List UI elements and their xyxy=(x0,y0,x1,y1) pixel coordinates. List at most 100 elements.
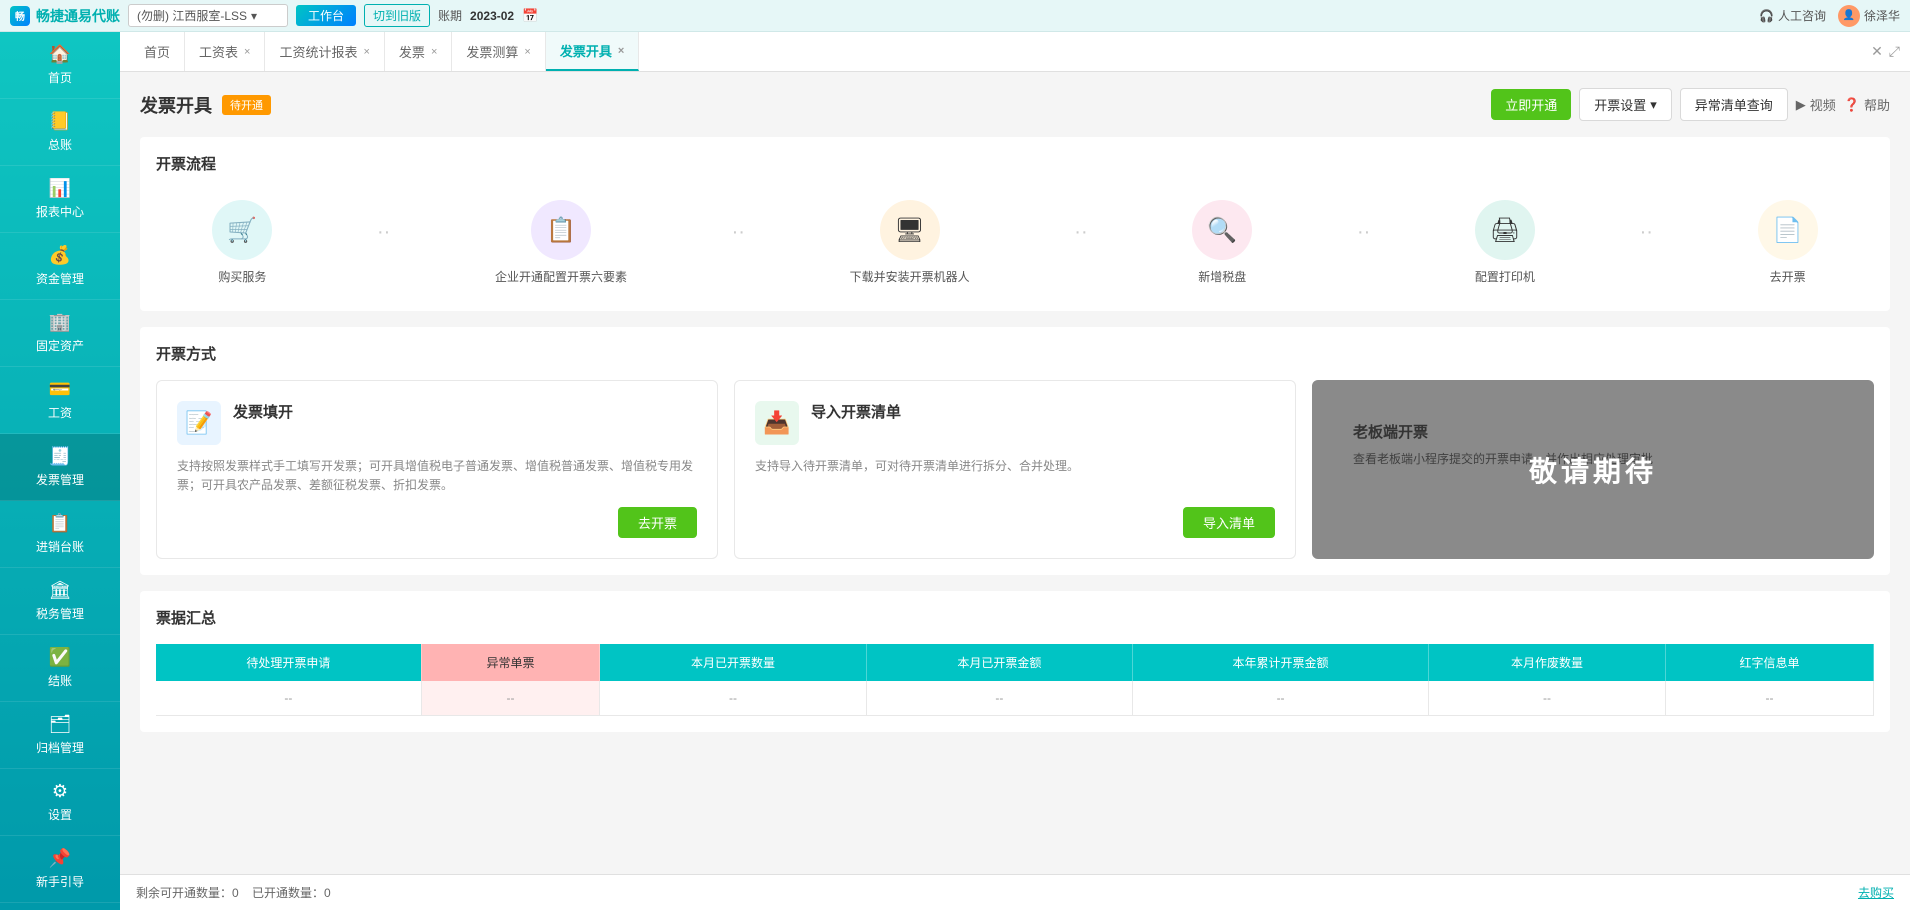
bottom-bar: 剩余可开通数量：0 已开通数量：0 去购买 xyxy=(120,874,1910,910)
sidebar-label-archive: 归档管理 xyxy=(36,739,84,756)
sidebar-item-guide[interactable]: 📌 新手引导 xyxy=(0,836,120,903)
tab-invoice-open-close[interactable]: × xyxy=(618,45,624,57)
view-button[interactable]: ▶ 视频 xyxy=(1796,95,1836,114)
close-accounts-icon: ✅ xyxy=(49,647,71,668)
salary-icon: 💳 xyxy=(49,379,71,400)
status-badge: 待开通 xyxy=(222,95,271,115)
tab-close-button[interactable]: ✕ xyxy=(1871,43,1883,60)
method-title-text-2: 导入开票清单 xyxy=(811,401,901,422)
abnormal-query-button[interactable]: 异常清单查询 xyxy=(1680,88,1788,121)
home-icon: 🏠 xyxy=(49,44,71,65)
calendar-icon[interactable]: 📅 xyxy=(522,8,538,24)
help-button[interactable]: ❓ 帮助 xyxy=(1844,95,1890,114)
sidebar-item-purchase[interactable]: 📋 进销台账 xyxy=(0,501,120,568)
sidebar-item-archive[interactable]: 🗂 归档管理 xyxy=(0,702,120,769)
purchase-icon: 📋 xyxy=(49,513,71,534)
logo-text: 畅捷通易代账 xyxy=(36,6,120,26)
tab-salary-report-close[interactable]: × xyxy=(363,46,369,58)
switch-old-button[interactable]: 切到旧版 xyxy=(364,4,430,27)
flow-arrow-5: ·· xyxy=(1640,221,1653,264)
summary-cell-6: -- xyxy=(1666,681,1874,716)
flow-icon-1: 🛒 xyxy=(212,200,272,260)
ledger-icon: 📒 xyxy=(49,111,71,132)
tab-salary-report[interactable]: 工资统计报表 × xyxy=(265,32,384,71)
method-card-manual: 📝 发票填开 支持按照发票样式手工填写开发票；可开具增值税电子普通发票、增值税普… xyxy=(156,380,718,559)
sidebar-item-ledger[interactable]: 📒 总账 xyxy=(0,99,120,166)
page-header: 发票开具 待开通 立即开通 开票设置 ▾ 异常清单查询 ▶ 视频 ❓ xyxy=(140,88,1890,121)
coming-soon-text: 敬请期待 xyxy=(1529,450,1657,490)
help-icon: ❓ xyxy=(1844,97,1860,113)
method-desc-2: 支持导入待开票清单，可对待开票清单进行拆分、合并处理。 xyxy=(755,457,1275,495)
sidebar-label-guide: 新手引导 xyxy=(36,873,84,890)
user-name: 徐泽华 xyxy=(1864,7,1900,24)
user-service[interactable]: 🎧 人工咨询 xyxy=(1759,7,1826,24)
sidebar-label-assets: 固定资产 xyxy=(36,337,84,354)
sidebar-item-invoice[interactable]: 🧾 发票管理 xyxy=(0,434,120,501)
summary-table: 待处理开票申请 异常单票 本月已开票数量 本月已开票金额 本年累计开票金额 本月… xyxy=(156,644,1874,716)
tab-invoice-calc-close[interactable]: × xyxy=(524,46,530,58)
col-header-3: 本月已开票金额 xyxy=(866,644,1132,681)
method-btn-2[interactable]: 导入清单 xyxy=(1183,507,1275,538)
summary-row: -- -- -- -- -- -- -- xyxy=(156,681,1874,716)
tab-salary-label: 工资表 xyxy=(199,42,238,61)
tab-salary-report-label: 工资统计报表 xyxy=(279,42,357,61)
tab-invoice-open-label: 发票开具 xyxy=(560,41,612,60)
view-label: 视频 xyxy=(1810,95,1836,114)
tabs-container: 首页 工资表 × 工资统计报表 × 发票 × 发票测算 × xyxy=(130,32,639,71)
method-btn-1[interactable]: 去开票 xyxy=(618,507,697,538)
sidebar-item-tax[interactable]: 🏛 税务管理 xyxy=(0,568,120,635)
settings-icon: ⚙ xyxy=(52,781,68,802)
tab-invoice-calc[interactable]: 发票测算 × xyxy=(452,32,545,71)
page-title: 发票开具 xyxy=(140,92,212,118)
play-icon: ▶ xyxy=(1796,97,1806,113)
sidebar-item-assets[interactable]: 🏢 固定资产 xyxy=(0,300,120,367)
methods-section-title: 开票方式 xyxy=(156,343,1874,364)
method-card-old: 老板端开票 查看老板端小程序提交的开票申请，并作出相应处理审批 敬请期待 xyxy=(1312,380,1874,559)
user-profile[interactable]: 👤 徐泽华 xyxy=(1838,5,1900,27)
opened-label: 已开通数量：0 xyxy=(252,886,331,900)
sidebar-item-salary[interactable]: 💳 工资 xyxy=(0,367,120,434)
sidebar-item-funds[interactable]: 💰 资金管理 xyxy=(0,233,120,300)
user-avatar: 👤 xyxy=(1838,5,1860,27)
sidebar-label-ledger: 总账 xyxy=(48,136,72,153)
sidebar-item-member[interactable]: 👑 畅会员 xyxy=(0,903,120,910)
summary-cell-4: -- xyxy=(1133,681,1429,716)
help-label: 帮助 xyxy=(1864,95,1890,114)
immediate-open-button[interactable]: 立即开通 xyxy=(1491,89,1571,120)
sidebar-label-close: 结账 xyxy=(48,672,72,689)
top-bar: 畅 畅捷通易代账 (勿删) 江西服室-LSS ▾ 工作台 切到旧版 账期 202… xyxy=(0,0,1910,32)
coming-soon-overlay: 敬请期待 xyxy=(1313,381,1873,558)
headset-icon: 🎧 xyxy=(1759,9,1774,23)
flow-step-5: 🖨 配置打印机 xyxy=(1475,200,1535,285)
open-settings-button[interactable]: 开票设置 ▾ xyxy=(1579,88,1672,121)
tab-actions: ✕ ⤢ xyxy=(1871,43,1900,60)
tab-invoice[interactable]: 发票 × xyxy=(385,32,452,71)
flow-icon-6: 📄 xyxy=(1758,200,1818,260)
sidebar-label-home: 首页 xyxy=(48,69,72,86)
summary-cell-5: -- xyxy=(1428,681,1665,716)
sidebar-item-settings[interactable]: ⚙ 设置 xyxy=(0,769,120,836)
tab-home[interactable]: 首页 xyxy=(130,32,185,71)
bottom-left: 剩余可开通数量：0 已开通数量：0 xyxy=(136,884,331,901)
sidebar-item-reports[interactable]: 📊 报表中心 xyxy=(0,166,120,233)
col-header-6: 红字信息单 xyxy=(1666,644,1874,681)
sidebar-label-purchase: 进销台账 xyxy=(36,538,84,555)
workspace-button[interactable]: 工作台 xyxy=(296,5,356,26)
tab-invoice-open[interactable]: 发票开具 × xyxy=(546,32,639,71)
col-header-1: 异常单票 xyxy=(421,644,599,681)
method-card-import: 📥 导入开票清单 支持导入待开票清单，可对待开票清单进行拆分、合并处理。 导入清… xyxy=(734,380,1296,559)
flow-step-2: 📋 企业开通配置开票六要素 xyxy=(495,200,627,285)
flow-icon-2: 📋 xyxy=(531,200,591,260)
tab-salary[interactable]: 工资表 × xyxy=(185,32,265,71)
sidebar-label-tax: 税务管理 xyxy=(36,605,84,622)
buy-link[interactable]: 去购买 xyxy=(1858,884,1894,901)
sidebar-item-home[interactable]: 🏠 首页 xyxy=(0,32,120,99)
tab-restore-button[interactable]: ⤢ xyxy=(1889,43,1900,60)
summary-section: 票据汇总 待处理开票申请 异常单票 本月已开票数量 本月已开票金额 本年累计开票… xyxy=(140,591,1890,732)
method-icon-1: 📝 xyxy=(177,401,221,445)
tab-salary-close[interactable]: × xyxy=(244,46,250,58)
company-selector[interactable]: (勿删) 江西服室-LSS ▾ xyxy=(128,4,288,27)
method-icon-2: 📥 xyxy=(755,401,799,445)
tab-invoice-close[interactable]: × xyxy=(431,46,437,58)
sidebar-item-close[interactable]: ✅ 结账 xyxy=(0,635,120,702)
